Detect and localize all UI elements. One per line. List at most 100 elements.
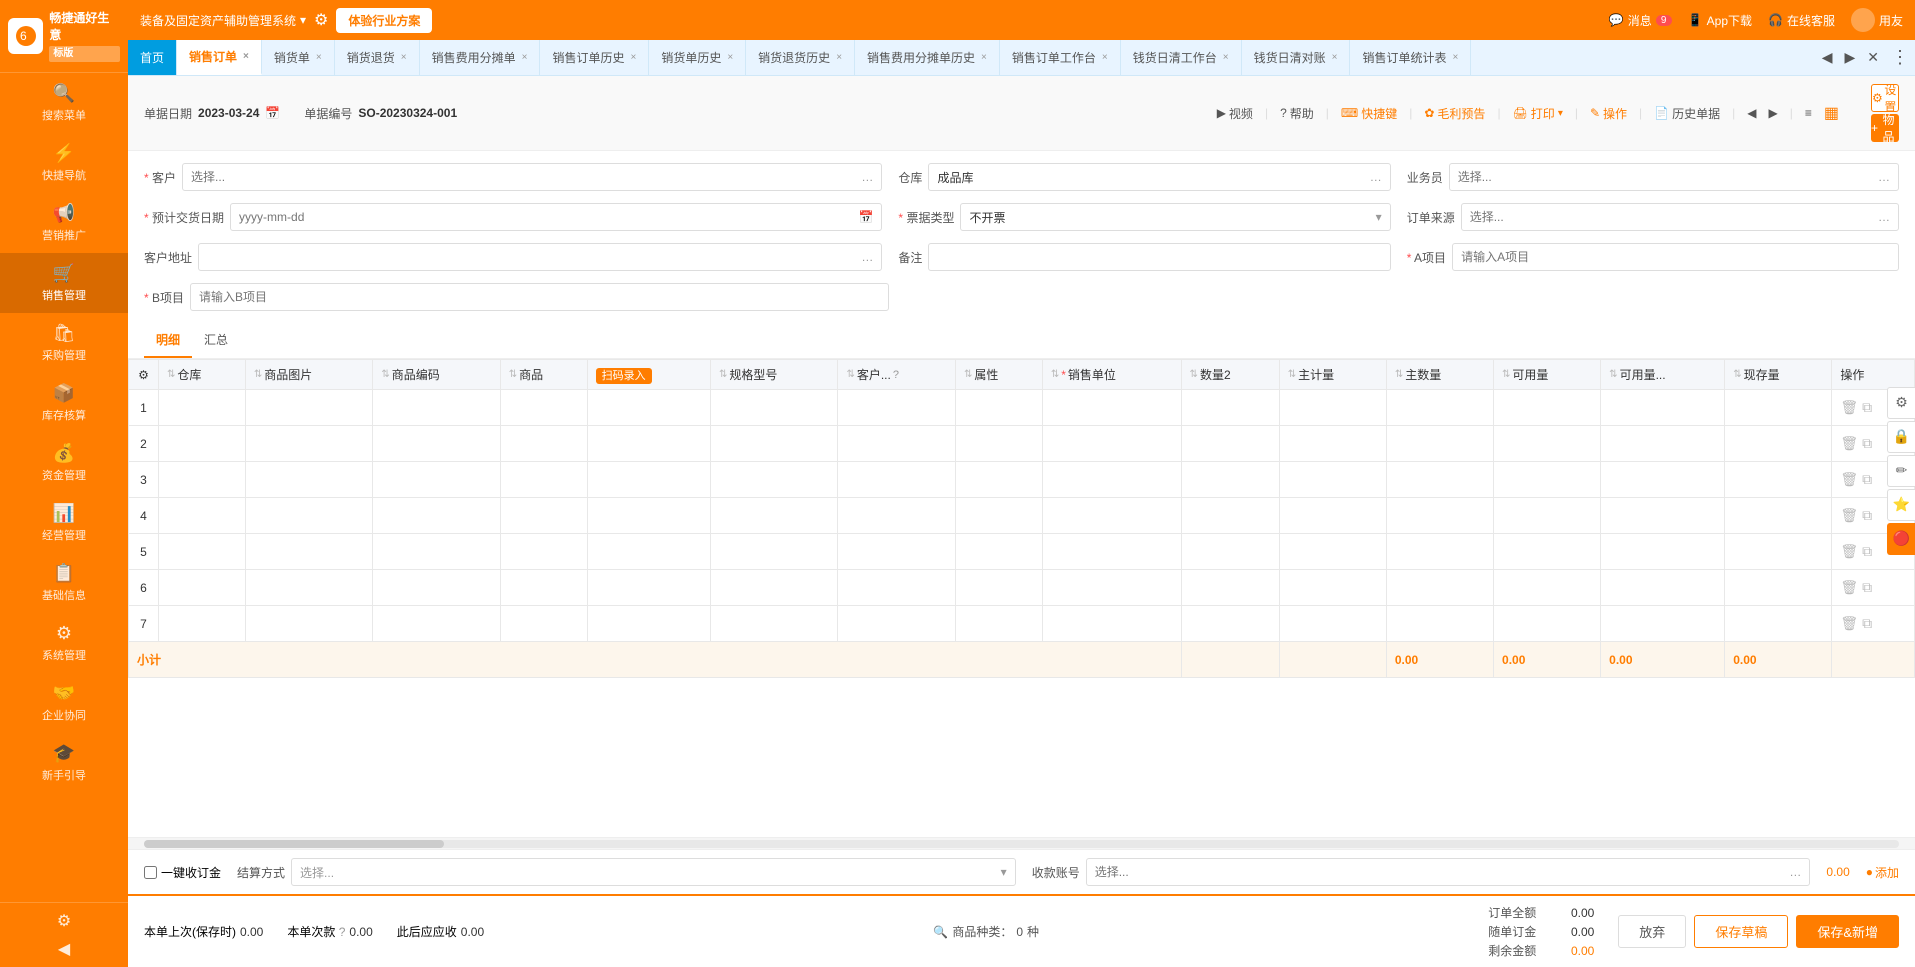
cell-data-6-1[interactable] bbox=[245, 570, 372, 606]
cell-data-1-1[interactable] bbox=[245, 390, 372, 426]
nav-next-btn[interactable]: ▶ bbox=[1769, 106, 1778, 120]
th-settings[interactable]: ⚙ bbox=[129, 360, 159, 390]
cell-data-6-11[interactable] bbox=[1386, 570, 1493, 606]
add-goods-btn[interactable]: + 物品 bbox=[1871, 114, 1899, 142]
scan-btn[interactable]: 扫码录入 bbox=[596, 368, 652, 384]
cell-data-4-7[interactable] bbox=[955, 498, 1042, 534]
sidebar-item-0[interactable]: 🔍搜索菜单 bbox=[0, 73, 128, 133]
sidebar-item-3[interactable]: 🛒销售管理 bbox=[0, 253, 128, 313]
th-spec[interactable]: ⇅规格型号 bbox=[711, 360, 838, 390]
tab-sales-slip-history[interactable]: 销货单历史× bbox=[649, 40, 746, 75]
date-value[interactable]: 2023-03-24 bbox=[198, 106, 259, 120]
cell-data-7-6[interactable] bbox=[838, 606, 956, 642]
cell-data-7-2[interactable] bbox=[373, 606, 500, 642]
cell-data-5-6[interactable] bbox=[838, 534, 956, 570]
th-main-qty[interactable]: ⇅主数量 bbox=[1386, 360, 1493, 390]
cell-data-4-11[interactable] bbox=[1386, 498, 1493, 534]
tab-close-2[interactable]: × bbox=[316, 52, 322, 63]
tab-sales-stat[interactable]: 销售订单统计表× bbox=[1350, 40, 1471, 75]
cell-data-2-1[interactable] bbox=[245, 426, 372, 462]
th-image[interactable]: ⇅商品图片 bbox=[245, 360, 372, 390]
profit-action[interactable]: ✿ 毛利预告 bbox=[1424, 105, 1485, 122]
save-new-btn[interactable]: 保存&新增 bbox=[1796, 915, 1899, 948]
sidebar-item-9[interactable]: ⚙系统管理 bbox=[0, 613, 128, 673]
th-unit[interactable]: ⇅*销售单位 bbox=[1042, 360, 1181, 390]
tab-close-11[interactable]: × bbox=[1332, 52, 1338, 63]
payment-method-select[interactable]: 选择... ▾ bbox=[291, 858, 1016, 886]
customer-addr-input[interactable]: … bbox=[198, 243, 882, 271]
cell-data-2-3[interactable] bbox=[500, 426, 587, 462]
tab-sales-order[interactable]: 销售订单× bbox=[177, 40, 262, 75]
cell-data-4-10[interactable] bbox=[1279, 498, 1386, 534]
copy-icon-2[interactable]: ⧉ bbox=[1862, 435, 1872, 452]
cell-data-7-5[interactable] bbox=[711, 606, 838, 642]
tab-sales-fee-history[interactable]: 销售费用分摊单历史× bbox=[855, 40, 1000, 75]
cell-data-6-12[interactable] bbox=[1494, 570, 1601, 606]
invoice-select[interactable]: 不开票 ▾ bbox=[960, 203, 1390, 231]
cell-data-5-0[interactable] bbox=[159, 534, 246, 570]
tab-sales-fee[interactable]: 销售费用分摊单× bbox=[420, 40, 541, 75]
tab-close-4[interactable]: × bbox=[522, 52, 528, 63]
cell-data-3-10[interactable] bbox=[1279, 462, 1386, 498]
cell-data-3-9[interactable] bbox=[1181, 462, 1279, 498]
cell-data-7-10[interactable] bbox=[1279, 606, 1386, 642]
cell-data-4-3[interactable] bbox=[500, 498, 587, 534]
customer-input[interactable]: … bbox=[182, 163, 882, 191]
th-customer[interactable]: ⇅客户...? bbox=[838, 360, 956, 390]
cell-data-3-4[interactable] bbox=[587, 462, 710, 498]
cell-data-3-12[interactable] bbox=[1494, 462, 1601, 498]
tab-close-5[interactable]: × bbox=[630, 52, 636, 63]
cell-data-7-8[interactable] bbox=[1042, 606, 1181, 642]
tab-close-8[interactable]: × bbox=[981, 52, 987, 63]
operation-action[interactable]: ✎ 操作 bbox=[1590, 105, 1627, 122]
cell-data-6-0[interactable] bbox=[159, 570, 246, 606]
account-ellipsis-icon[interactable]: … bbox=[1789, 865, 1801, 879]
scrollbar-thumb[interactable] bbox=[144, 840, 444, 848]
cell-data-1-6[interactable] bbox=[838, 390, 956, 426]
app-download-item[interactable]: 📱 App下载 bbox=[1688, 12, 1752, 29]
addr-ellipsis-icon[interactable]: … bbox=[861, 250, 873, 264]
th-main-unit[interactable]: ⇅主计量 bbox=[1279, 360, 1386, 390]
th-current[interactable]: ⇅现存量 bbox=[1725, 360, 1832, 390]
cell-data-1-7[interactable] bbox=[955, 390, 1042, 426]
cell-data-6-9[interactable] bbox=[1181, 570, 1279, 606]
cell-data-5-14[interactable] bbox=[1725, 534, 1832, 570]
cell-data-3-14[interactable] bbox=[1725, 462, 1832, 498]
print-dropdown-icon[interactable]: ▾ bbox=[1558, 108, 1563, 119]
sidebar-item-8[interactable]: 📋基础信息 bbox=[0, 553, 128, 613]
tab-detail[interactable]: 明细 bbox=[144, 323, 192, 358]
tab-home[interactable]: 首页 bbox=[128, 40, 177, 75]
side-action-btn-3[interactable]: ✏ bbox=[1887, 455, 1915, 487]
calendar-icon[interactable]: 📅 bbox=[265, 106, 280, 120]
cell-data-6-3[interactable] bbox=[500, 570, 587, 606]
delete-icon-4[interactable]: 🗑 bbox=[1840, 507, 1858, 524]
th-warehouse[interactable]: ⇅仓库 bbox=[159, 360, 246, 390]
cell-data-4-8[interactable] bbox=[1042, 498, 1181, 534]
cell-data-5-1[interactable] bbox=[245, 534, 372, 570]
cell-data-2-5[interactable] bbox=[711, 426, 838, 462]
cell-data-5-13[interactable] bbox=[1601, 534, 1725, 570]
cell-data-1-14[interactable] bbox=[1725, 390, 1832, 426]
help-action[interactable]: ? 帮助 bbox=[1280, 105, 1314, 122]
cell-data-3-11[interactable] bbox=[1386, 462, 1493, 498]
tab-close-7[interactable]: × bbox=[836, 52, 842, 63]
side-action-btn-1[interactable]: ⚙ bbox=[1887, 387, 1915, 419]
help-icon2[interactable]: ? bbox=[339, 925, 346, 939]
cell-data-1-2[interactable] bbox=[373, 390, 500, 426]
cell-data-5-3[interactable] bbox=[500, 534, 587, 570]
cell-data-3-5[interactable] bbox=[711, 462, 838, 498]
th-available[interactable]: ⇅可用量 bbox=[1494, 360, 1601, 390]
cell-data-1-5[interactable] bbox=[711, 390, 838, 426]
add-btn[interactable]: ● 添加 bbox=[1866, 864, 1899, 881]
sidebar-item-4[interactable]: 🛍采购管理 bbox=[0, 313, 128, 373]
user-item[interactable]: 用友 bbox=[1851, 8, 1903, 32]
cell-data-3-13[interactable] bbox=[1601, 462, 1725, 498]
b-project-input[interactable] bbox=[190, 283, 889, 311]
tab-more-btn[interactable]: ⋮ bbox=[1885, 40, 1915, 75]
cell-data-7-0[interactable] bbox=[159, 606, 246, 642]
th-attr[interactable]: ⇅属性 bbox=[955, 360, 1042, 390]
dropdown-arrow-icon[interactable]: ▾ bbox=[300, 13, 306, 27]
copy-icon-3[interactable]: ⧉ bbox=[1862, 471, 1872, 488]
salesperson-ellipsis-icon[interactable]: … bbox=[1878, 170, 1890, 184]
print-action[interactable]: 🖨 打印 ▾ bbox=[1513, 105, 1563, 122]
